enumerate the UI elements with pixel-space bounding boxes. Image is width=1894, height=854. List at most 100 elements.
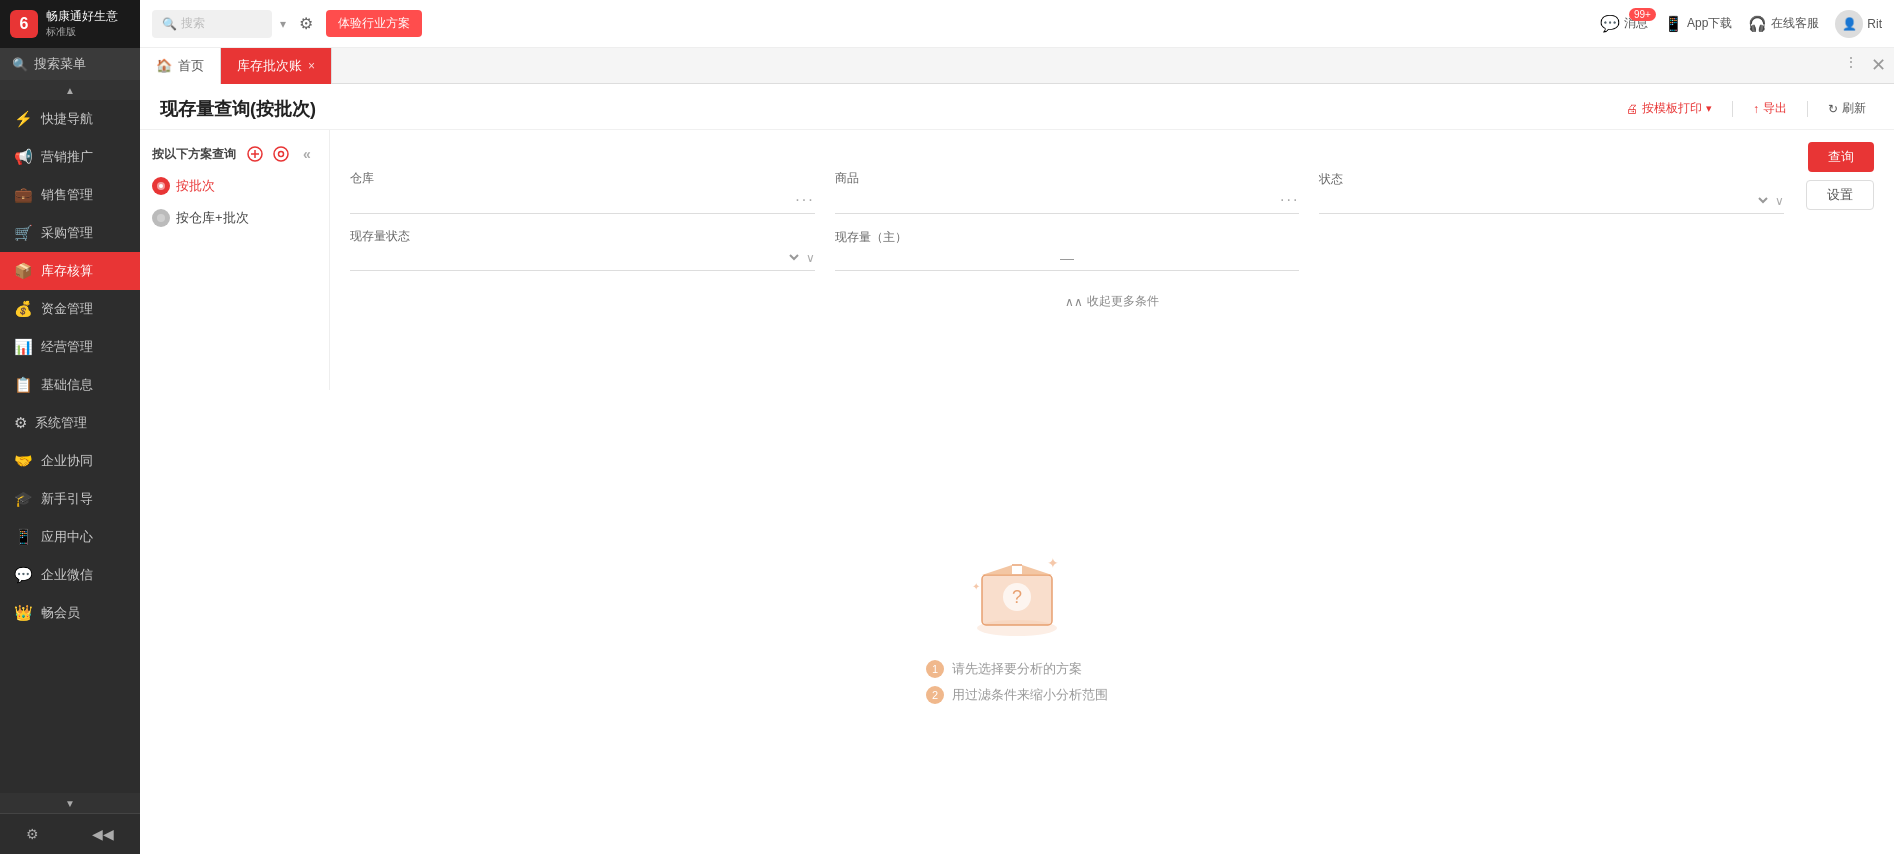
warehouse-input[interactable]	[350, 193, 791, 208]
page-title: 现存量查询(按批次)	[160, 97, 316, 121]
scheme-item-batch[interactable]: 按批次	[140, 170, 329, 202]
sidebar-item-finance[interactable]: 💰 资金管理	[0, 290, 140, 328]
settings-btn[interactable]: 设置	[1806, 180, 1874, 210]
sidebar-item-wechat[interactable]: 💬 企业微信	[0, 556, 140, 594]
topbar-search-icon: 🔍	[162, 17, 177, 31]
sidebar-scroll-down[interactable]: ▼	[0, 793, 140, 813]
warehouse-field: 仓库 ···	[350, 170, 815, 214]
sidebar-item-label: 资金管理	[41, 300, 93, 318]
sidebar-item-label: 库存核算	[41, 262, 93, 280]
app-download-btn[interactable]: 📱 App下载	[1664, 15, 1732, 33]
online-service-btn[interactable]: 🎧 在线客服	[1748, 15, 1819, 33]
page-header: 现存量查询(按批次) 🖨 按模板打印 ▾ ↑ 导出 ↻ 刷新	[140, 84, 1894, 130]
sidebar-item-appcenter[interactable]: 📱 应用中心	[0, 518, 140, 556]
svg-point-4	[279, 152, 284, 157]
topbar-search[interactable]: 🔍 搜索	[152, 10, 272, 38]
sidebar-search-label: 搜索菜单	[34, 55, 86, 73]
stock-qty-min[interactable]	[835, 251, 1056, 266]
search-icon: 🔍	[12, 57, 28, 72]
wechat-icon: 💬	[14, 566, 33, 584]
collapse-more-btn[interactable]: ∧∧ 收起更多条件	[350, 285, 1874, 318]
stock-status-select[interactable]	[350, 249, 802, 266]
avatar: 👤	[1835, 10, 1863, 38]
sidebar-item-system[interactable]: ⚙ 系统管理	[0, 404, 140, 442]
stock-qty-dash: —	[1060, 250, 1074, 266]
panel-expand-btn[interactable]: ⋮	[1844, 54, 1858, 70]
status-label: 状态	[1319, 171, 1784, 188]
sales-icon: 💼	[14, 186, 33, 204]
operations-icon: 📊	[14, 338, 33, 356]
export-icon: ↑	[1753, 102, 1759, 116]
collapse-more-label: 收起更多条件	[1087, 293, 1159, 310]
sidebar: 6 畅康通好生意 标准版 🔍 搜索菜单 ▲ ⚡ 快捷导航 📢 营销推广 💼 销售…	[0, 0, 140, 854]
collab-icon: 🤝	[14, 452, 33, 470]
print-btn[interactable]: 🖨 按模板打印 ▾	[1618, 96, 1720, 121]
query-btn[interactable]: 查询	[1808, 142, 1874, 172]
topbar-dropdown-chevron[interactable]: ▾	[280, 17, 286, 31]
stock-qty-field: 现存量（主） —	[835, 229, 1300, 271]
filter-area: 按以下方案查询	[140, 130, 1894, 390]
filter-actions: 查询 设置	[1804, 142, 1874, 214]
sidebar-collapse-btn[interactable]: ◀◀	[84, 822, 122, 846]
filter-row-2: 现存量状态 ∨ 现存量（主） —	[350, 228, 1874, 271]
scheme-list-header: 按以下方案查询	[140, 138, 329, 170]
app-subtitle: 标准版	[46, 25, 118, 39]
warehouse-dots[interactable]: ···	[795, 191, 814, 209]
trial-btn[interactable]: 体验行业方案	[326, 10, 422, 37]
panel-close-btn[interactable]: ✕	[1871, 54, 1886, 76]
filter-fields: 仓库 ··· 商品 ···	[330, 130, 1894, 390]
basicinfo-icon: 📋	[14, 376, 33, 394]
scheme-settings-btn[interactable]	[271, 144, 291, 164]
stock-status-field: 现存量状态 ∨	[350, 228, 815, 271]
scheme-item-warehouse-batch[interactable]: 按仓库+批次	[140, 202, 329, 234]
sidebar-search-item[interactable]: 🔍 搜索菜单	[0, 48, 140, 80]
tab-home[interactable]: 🏠 首页	[140, 48, 221, 84]
sidebar-settings-btn[interactable]: ⚙	[18, 822, 47, 846]
svg-point-6	[159, 184, 163, 188]
sidebar-scroll-up[interactable]: ▲	[0, 80, 140, 100]
stock-status-select-wrap: ∨	[350, 249, 815, 271]
guide-icon: 🎓	[14, 490, 33, 508]
system-icon: ⚙	[14, 414, 27, 432]
print-icon: 🖨	[1626, 102, 1638, 116]
status-select[interactable]	[1319, 192, 1771, 209]
refresh-btn[interactable]: ↻ 刷新	[1820, 96, 1874, 121]
sidebar-item-operations[interactable]: 📊 经营管理	[0, 328, 140, 366]
scheme-item-label: 按批次	[176, 177, 215, 195]
messages-btn[interactable]: 💬 消息 99+	[1600, 14, 1648, 33]
svg-text:✦: ✦	[972, 581, 980, 592]
purchase-icon: 🛒	[14, 224, 33, 242]
sidebar-item-members[interactable]: 👑 畅会员	[0, 594, 140, 632]
finance-icon: 💰	[14, 300, 33, 318]
tab-close-btn[interactable]: ×	[308, 59, 315, 73]
scheme-item-label: 按仓库+批次	[176, 209, 249, 227]
user-avatar[interactable]: 👤 Rit	[1835, 10, 1882, 38]
sidebar-item-quicknav[interactable]: ⚡ 快捷导航	[0, 100, 140, 138]
sidebar-item-sales[interactable]: 💼 销售管理	[0, 176, 140, 214]
collapse-up-icon: ∧∧	[1065, 295, 1083, 309]
sidebar-item-purchase[interactable]: 🛒 采购管理	[0, 214, 140, 252]
main-area: 🔍 搜索 ▾ ⚙ 体验行业方案 💬 消息 99+ 📱 App下载 🎧 在线客服	[140, 0, 1894, 854]
app-logo: 6	[10, 10, 38, 38]
tip-num-2: 2	[926, 686, 944, 704]
export-btn[interactable]: ↑ 导出	[1745, 96, 1795, 121]
stock-status-label: 现存量状态	[350, 228, 815, 245]
sidebar-item-collaboration[interactable]: 🤝 企业协同	[0, 442, 140, 480]
product-input[interactable]	[835, 193, 1276, 208]
scheme-collapse-btn[interactable]: «	[297, 144, 317, 164]
add-scheme-btn[interactable]	[245, 144, 265, 164]
product-dots[interactable]: ···	[1280, 191, 1299, 209]
tab-inventory-batch[interactable]: 库存批次账 ×	[221, 48, 332, 84]
sidebar-item-inventory[interactable]: 📦 库存核算	[0, 252, 140, 290]
svg-text:✦: ✦	[1047, 555, 1059, 571]
sidebar-item-basic-info[interactable]: 📋 基础信息	[0, 366, 140, 404]
stock-qty-max[interactable]	[1078, 251, 1299, 266]
scheme-active-icon	[152, 177, 170, 195]
sidebar-item-label: 新手引导	[41, 490, 93, 508]
sidebar-item-label: 营销推广	[41, 148, 93, 166]
sidebar-item-guide[interactable]: 🎓 新手引导	[0, 480, 140, 518]
sidebar-item-marketing[interactable]: 📢 营销推广	[0, 138, 140, 176]
topbar-gear-btn[interactable]: ⚙	[294, 12, 318, 36]
svg-point-7	[157, 214, 165, 222]
sidebar-item-label: 经营管理	[41, 338, 93, 356]
